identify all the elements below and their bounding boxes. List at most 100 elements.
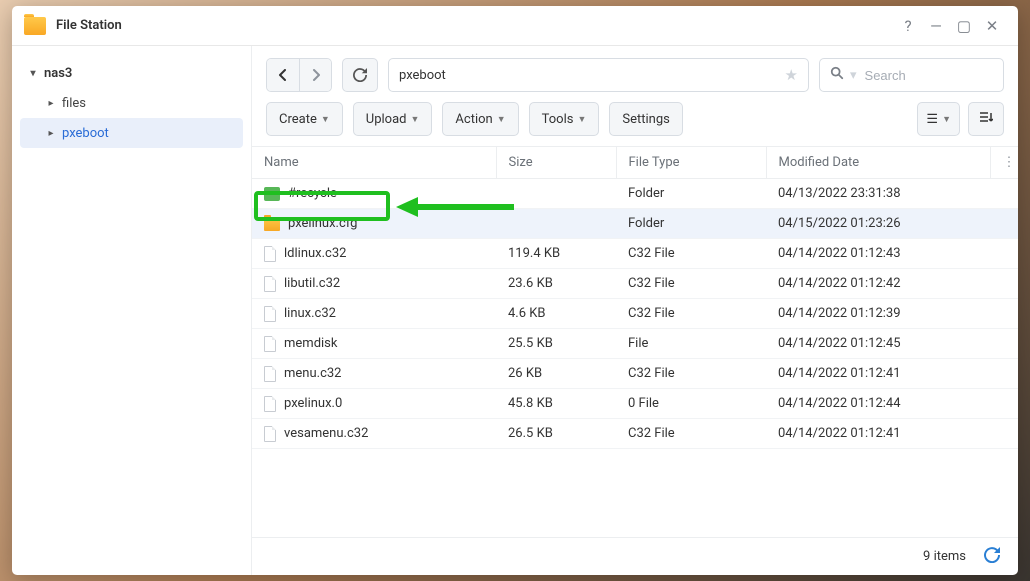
folder-icon	[264, 217, 280, 231]
settings-button[interactable]: Settings	[609, 102, 682, 136]
path-input[interactable]: pxeboot ★	[388, 58, 809, 92]
file-size: 119.4 KB	[496, 239, 616, 269]
col-type[interactable]: File Type	[616, 147, 766, 179]
actions-row: Create▼ Upload▼ Action▼ Tools▼ Settings …	[252, 92, 1018, 146]
file-modified: 04/14/2022 01:12:45	[766, 329, 990, 359]
file-name: pxelinux.cfg	[288, 216, 357, 231]
maximize-button[interactable]: ▢	[950, 12, 978, 40]
file-table-wrap: Name Size File Type Modified Date ⋮ #rec…	[252, 146, 1018, 537]
file-name: linux.c32	[284, 306, 336, 321]
chevron-right-icon[interactable]	[46, 98, 56, 109]
file-modified: 04/14/2022 01:12:41	[766, 359, 990, 389]
action-button[interactable]: Action▼	[442, 102, 518, 136]
file-type: Folder	[616, 179, 766, 209]
recycle-icon	[264, 187, 280, 201]
file-name: ldlinux.c32	[284, 246, 346, 261]
item-count: 9 items	[923, 549, 966, 564]
file-icon	[264, 426, 276, 442]
file-modified: 04/14/2022 01:12:43	[766, 239, 990, 269]
nav-group	[266, 58, 332, 92]
file-icon	[264, 396, 276, 412]
app-title: File Station	[56, 18, 122, 33]
file-type: File	[616, 329, 766, 359]
upload-button[interactable]: Upload▼	[353, 102, 433, 136]
app-icon	[24, 17, 46, 35]
file-size: 26 KB	[496, 359, 616, 389]
column-menu-icon[interactable]: ⋮	[990, 147, 1018, 179]
chevron-down-icon[interactable]	[28, 68, 38, 79]
refresh-button[interactable]	[342, 58, 378, 92]
file-size	[496, 179, 616, 209]
file-type: C32 File	[616, 359, 766, 389]
file-size: 45.8 KB	[496, 389, 616, 419]
table-row[interactable]: #recycle Folder04/13/2022 23:31:38	[252, 179, 1018, 209]
tree-root-label: nas3	[44, 66, 72, 81]
nav-row: pxeboot ★ ▾	[252, 46, 1018, 92]
file-table: Name Size File Type Modified Date ⋮ #rec…	[252, 147, 1018, 449]
file-name: vesamenu.c32	[284, 426, 368, 441]
sidebar-item-files[interactable]: files	[20, 88, 243, 118]
file-modified: 04/14/2022 01:12:41	[766, 419, 990, 449]
file-modified: 04/14/2022 01:12:42	[766, 269, 990, 299]
col-name[interactable]: Name	[252, 147, 496, 179]
table-header: Name Size File Type Modified Date ⋮	[252, 147, 1018, 179]
help-button[interactable]: ?	[894, 12, 922, 40]
table-row[interactable]: pxelinux.cfg Folder04/15/2022 01:23:26	[252, 209, 1018, 239]
file-size: 26.5 KB	[496, 419, 616, 449]
file-modified: 04/15/2022 01:23:26	[766, 209, 990, 239]
file-name: #recycle	[288, 186, 337, 201]
file-type: C32 File	[616, 419, 766, 449]
back-button[interactable]	[267, 59, 299, 91]
view-mode-button[interactable]: ☰▼	[917, 102, 960, 136]
col-size[interactable]: Size	[496, 147, 616, 179]
file-name: memdisk	[284, 336, 338, 351]
file-modified: 04/13/2022 23:31:38	[766, 179, 990, 209]
search-box[interactable]: ▾	[819, 58, 1004, 92]
create-button[interactable]: Create▼	[266, 102, 343, 136]
tree-root[interactable]: nas3	[20, 58, 243, 88]
search-icon	[830, 66, 844, 84]
file-type: Folder	[616, 209, 766, 239]
file-size: 25.5 KB	[496, 329, 616, 359]
path-text: pxeboot	[399, 68, 446, 83]
table-row[interactable]: pxelinux.0 45.8 KB0 File04/14/2022 01:12:…	[252, 389, 1018, 419]
file-modified: 04/14/2022 01:12:39	[766, 299, 990, 329]
chevron-right-icon[interactable]	[46, 128, 56, 139]
file-type: C32 File	[616, 299, 766, 329]
file-type: C32 File	[616, 269, 766, 299]
table-row[interactable]: memdisk 25.5 KBFile04/14/2022 01:12:45	[252, 329, 1018, 359]
file-type: C32 File	[616, 239, 766, 269]
table-row[interactable]: ldlinux.c32 119.4 KBC32 File04/14/2022 01…	[252, 239, 1018, 269]
sidebar-item-label: pxeboot	[62, 126, 109, 141]
sidebar: nas3 files pxeboot	[12, 46, 252, 575]
file-name: libutil.c32	[284, 276, 340, 291]
file-size	[496, 209, 616, 239]
status-refresh-icon[interactable]	[984, 547, 1000, 567]
file-size: 4.6 KB	[496, 299, 616, 329]
close-button[interactable]: ✕	[978, 12, 1006, 40]
sort-button[interactable]	[968, 102, 1004, 136]
search-input[interactable]	[863, 67, 993, 84]
minimize-button[interactable]: ―	[922, 12, 950, 40]
file-modified: 04/14/2022 01:12:44	[766, 389, 990, 419]
tools-button[interactable]: Tools▼	[529, 102, 600, 136]
table-row[interactable]: linux.c32 4.6 KBC32 File04/14/2022 01:12:…	[252, 299, 1018, 329]
statusbar: 9 items	[252, 537, 1018, 575]
file-name: menu.c32	[284, 366, 341, 381]
file-icon	[264, 336, 276, 352]
file-icon	[264, 276, 276, 292]
titlebar: File Station ? ― ▢ ✕	[12, 6, 1018, 46]
table-row[interactable]: libutil.c3223.6 KBC32 File04/14/2022 01:…	[252, 269, 1018, 299]
file-name: pxelinux.0	[284, 396, 342, 411]
file-icon	[264, 306, 276, 322]
table-row[interactable]: menu.c32 26 KBC32 File04/14/2022 01:12:41	[252, 359, 1018, 389]
forward-button[interactable]	[299, 59, 331, 91]
table-row[interactable]: vesamenu.c32 26.5 KBC32 File04/14/2022 01…	[252, 419, 1018, 449]
file-type: 0 File	[616, 389, 766, 419]
content: nas3 files pxeboot pxeboot	[12, 46, 1018, 575]
sidebar-item-label: files	[62, 96, 86, 111]
favorite-icon[interactable]: ★	[785, 66, 798, 84]
col-modified[interactable]: Modified Date	[766, 147, 990, 179]
sidebar-item-pxeboot[interactable]: pxeboot	[20, 118, 243, 148]
main: pxeboot ★ ▾ Create▼ Upload▼ Action▼ Tool…	[252, 46, 1018, 575]
